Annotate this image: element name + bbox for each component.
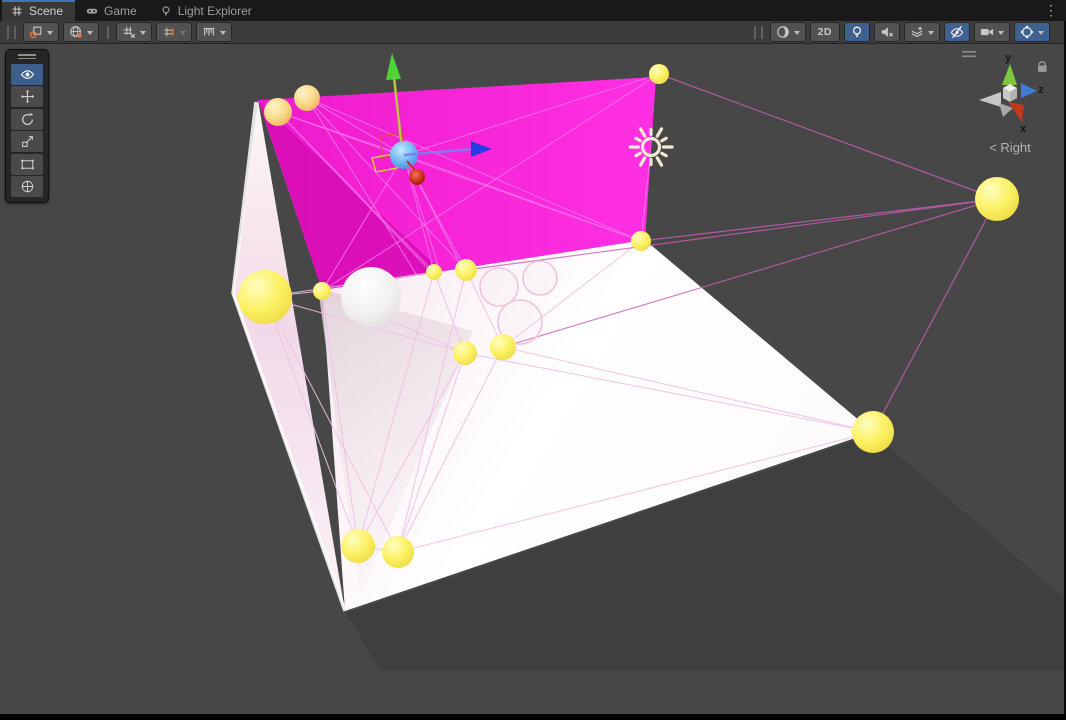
window-bottom-edge [0, 714, 1066, 720]
scale-icon [21, 136, 33, 147]
move-tool-button[interactable] [11, 86, 43, 107]
scale-tool-button[interactable] [11, 131, 43, 152]
toolbar-drag-handle[interactable] [7, 25, 16, 39]
light-probe[interactable] [382, 536, 414, 568]
grid-x-icon [123, 26, 136, 39]
scene-viewport[interactable]: y z x < Right [0, 44, 1066, 714]
camera-icon [980, 28, 994, 36]
tab-label: Scene [29, 3, 64, 18]
grid-visibility-button[interactable] [116, 22, 152, 42]
gamepad-icon [86, 8, 98, 14]
transform-icon [21, 180, 33, 193]
chevron-down-icon[interactable] [793, 30, 800, 35]
scene-visibility-button[interactable] [944, 22, 970, 42]
chevron-down-icon[interactable] [928, 30, 934, 35]
gizmo-axis-label-z: z [1038, 84, 1044, 96]
grid-snap-icon [164, 27, 174, 37]
toolbar-separator [107, 25, 109, 39]
light-probe[interactable] [426, 264, 442, 280]
chevron-down-icon[interactable] [47, 30, 53, 35]
gizmo-axis-label-y: y [1005, 52, 1012, 64]
eye-icon [20, 69, 34, 79]
bulb-icon [852, 26, 862, 38]
audio-mute-icon [881, 27, 893, 37]
snap-increment-icon [203, 27, 215, 36]
rect-tool-button[interactable] [11, 153, 43, 175]
light-probe[interactable] [649, 64, 669, 84]
light-probe[interactable] [264, 98, 292, 126]
camera-settings-button[interactable] [974, 22, 1010, 42]
tab-label: Light Explorer [177, 3, 252, 18]
tab-game[interactable]: Game [77, 0, 149, 21]
snap-increment-button[interactable] [196, 22, 232, 42]
rotate-icon [21, 112, 33, 125]
light-probe[interactable] [453, 341, 477, 365]
move-icon [20, 89, 34, 104]
tab-bar: Scene Game Light Explorer ⋮ [0, 0, 1066, 21]
2d-toggle-button[interactable]: 2D [809, 22, 840, 42]
light-probe[interactable] [341, 529, 375, 563]
transform-tool-button[interactable] [11, 176, 43, 197]
scene-lighting-button[interactable] [844, 22, 870, 42]
scene-toolbar: 2D [0, 21, 1066, 44]
light-probe[interactable] [975, 177, 1019, 221]
chevron-down-icon[interactable] [140, 30, 146, 35]
rotate-tool-button[interactable] [11, 108, 43, 130]
gizmos-icon [1020, 25, 1034, 39]
chevron-down-icon[interactable] [180, 30, 186, 35]
tools-overlay-drag-handle[interactable] [8, 51, 46, 62]
view-tool-button[interactable] [11, 63, 43, 85]
gizmo-overlay-drag-handle[interactable] [962, 55, 976, 58]
eye-slash-icon [950, 25, 964, 39]
pivot-icon [29, 26, 42, 39]
tab-scene[interactable]: Scene [2, 0, 76, 21]
gizmo-axis-label-x: x [1020, 123, 1027, 135]
x-axis-ball[interactable] [409, 169, 425, 185]
light-probe[interactable] [490, 334, 516, 360]
light-probe[interactable] [852, 411, 894, 453]
light-probe[interactable] [455, 259, 477, 281]
light-probe[interactable] [313, 282, 331, 300]
light-probe[interactable] [238, 270, 292, 324]
tools-overlay [5, 49, 49, 203]
white-sphere[interactable] [341, 267, 401, 327]
chevron-down-icon[interactable] [998, 30, 1004, 35]
chevron-down-icon[interactable] [220, 30, 226, 35]
audio-mute-button[interactable] [874, 22, 900, 42]
shading-mode-button[interactable] [769, 22, 806, 42]
toolbar-drag-handle[interactable] [753, 25, 763, 39]
effects-button[interactable] [904, 22, 940, 42]
light-probe[interactable] [631, 231, 651, 251]
wireframe-probe-sphere[interactable] [479, 267, 519, 307]
scene-3d-view[interactable]: y z x < Right [0, 44, 1066, 714]
effects-icon [911, 26, 923, 38]
light-probe[interactable] [294, 85, 320, 111]
tab-light-explorer[interactable]: Light Explorer [151, 0, 264, 21]
chevron-down-icon[interactable] [87, 30, 93, 35]
button-label: 2D [817, 26, 832, 38]
bulb-icon [162, 5, 170, 15]
scene-grid-icon [12, 6, 22, 15]
unity-editor-window: { "window": { "overflow_icon": "\u22ee" … [0, 0, 1066, 720]
grid-axis-button[interactable] [63, 22, 99, 42]
rect-icon [20, 159, 34, 169]
view-orientation-label[interactable]: < Right [989, 140, 1031, 155]
grid-snap-button[interactable] [156, 22, 192, 42]
gizmo-overlay-drag-handle[interactable] [962, 51, 976, 53]
tab-label: Game [104, 3, 137, 18]
wireframe-probe-sphere[interactable] [522, 260, 558, 296]
overflow-menu-icon[interactable]: ⋮ [1044, 1, 1058, 20]
chevron-down-icon[interactable] [1038, 30, 1044, 35]
globe-icon [70, 26, 82, 38]
shaded-sphere-icon [776, 26, 789, 38]
tool-settings-button[interactable] [23, 22, 59, 42]
gizmos-button[interactable] [1014, 22, 1050, 42]
